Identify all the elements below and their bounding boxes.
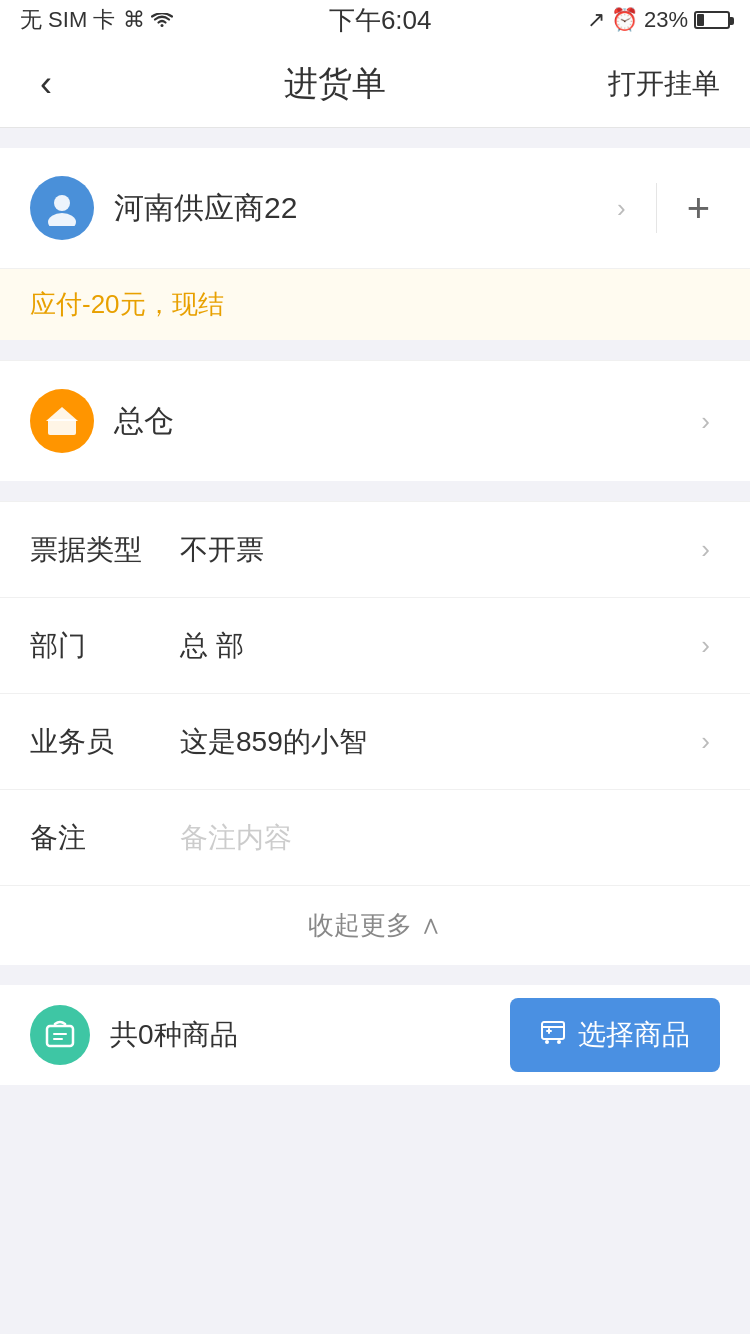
- notice-bar: 应付-20元，现结: [0, 269, 750, 340]
- remark-row[interactable]: 备注 备注内容: [0, 789, 750, 885]
- location-icon: ↗: [587, 7, 605, 33]
- section-gap-1: [0, 128, 750, 148]
- dept-row[interactable]: 部门 总 部 ›: [0, 597, 750, 693]
- warehouse-chevron-icon: ›: [701, 406, 710, 437]
- dept-chevron-icon: ›: [701, 630, 710, 661]
- salesman-label: 业务员: [30, 723, 150, 761]
- alarm-icon: ⏰: [611, 7, 638, 33]
- section-gap-2: [0, 340, 750, 360]
- svg-point-11: [557, 1040, 561, 1044]
- wifi-icon: ⌘: [123, 7, 173, 33]
- back-button[interactable]: ‹: [30, 53, 62, 115]
- select-product-button[interactable]: 选择商品: [510, 998, 720, 1072]
- svg-rect-2: [48, 419, 76, 435]
- collapse-label: 收起更多 ∧: [308, 908, 441, 943]
- open-pending-button[interactable]: 打开挂单: [608, 65, 720, 103]
- notice-text: 应付-20元，现结: [30, 289, 224, 319]
- supplier-chevron-icon: ›: [617, 193, 626, 224]
- status-right: ↗ ⏰ 23%: [587, 7, 730, 33]
- warehouse-row[interactable]: 总仓 ›: [0, 360, 750, 481]
- product-icon: [30, 1005, 90, 1065]
- cart-icon: [540, 1020, 568, 1051]
- supplier-section: 河南供应商22 › + 应付-20元，现结: [0, 148, 750, 340]
- warehouse-section: 总仓 ›: [0, 360, 750, 481]
- svg-marker-3: [46, 407, 78, 421]
- add-supplier-button[interactable]: +: [677, 181, 720, 236]
- salesman-chevron-icon: ›: [701, 726, 710, 757]
- invoice-type-chevron-icon: ›: [701, 534, 710, 565]
- svg-rect-4: [47, 1026, 73, 1046]
- status-bar: 无 SIM 卡 ⌘ 下午6:04 ↗ ⏰ 23%: [0, 0, 750, 40]
- warehouse-name: 总仓: [114, 401, 701, 442]
- supplier-divider: [656, 183, 657, 233]
- supplier-row[interactable]: 河南供应商22 › +: [0, 148, 750, 269]
- form-section: 票据类型 不开票 › 部门 总 部 › 业务员 这是859的小智 › 备注 备注…: [0, 501, 750, 965]
- status-left: 无 SIM 卡 ⌘: [20, 5, 173, 35]
- nav-bar: ‹ 进货单 打开挂单: [0, 40, 750, 128]
- invoice-type-value: 不开票: [180, 531, 701, 569]
- svg-rect-7: [542, 1022, 564, 1039]
- supplier-name: 河南供应商22: [114, 188, 617, 229]
- invoice-type-label: 票据类型: [30, 531, 150, 569]
- supplier-avatar: [30, 176, 94, 240]
- battery-percent: 23%: [644, 7, 688, 33]
- remark-input[interactable]: 备注内容: [180, 819, 720, 857]
- section-gap-3: [0, 481, 750, 501]
- dept-value: 总 部: [180, 627, 701, 665]
- svg-point-1: [48, 213, 76, 226]
- status-time: 下午6:04: [329, 3, 432, 38]
- remark-label: 备注: [30, 819, 150, 857]
- invoice-type-row[interactable]: 票据类型 不开票 ›: [0, 501, 750, 597]
- svg-point-0: [54, 195, 70, 211]
- select-product-label: 选择商品: [578, 1016, 690, 1054]
- carrier-label: 无 SIM 卡: [20, 5, 115, 35]
- page-title: 进货单: [284, 61, 386, 107]
- salesman-row[interactable]: 业务员 这是859的小智 ›: [0, 693, 750, 789]
- salesman-value: 这是859的小智: [180, 723, 701, 761]
- battery-icon: [694, 11, 730, 29]
- svg-point-10: [545, 1040, 549, 1044]
- dept-label: 部门: [30, 627, 150, 665]
- warehouse-icon: [30, 389, 94, 453]
- product-count-label: 共0种商品: [110, 1016, 510, 1054]
- product-section: 共0种商品 选择商品: [0, 985, 750, 1085]
- collapse-bar[interactable]: 收起更多 ∧: [0, 885, 750, 965]
